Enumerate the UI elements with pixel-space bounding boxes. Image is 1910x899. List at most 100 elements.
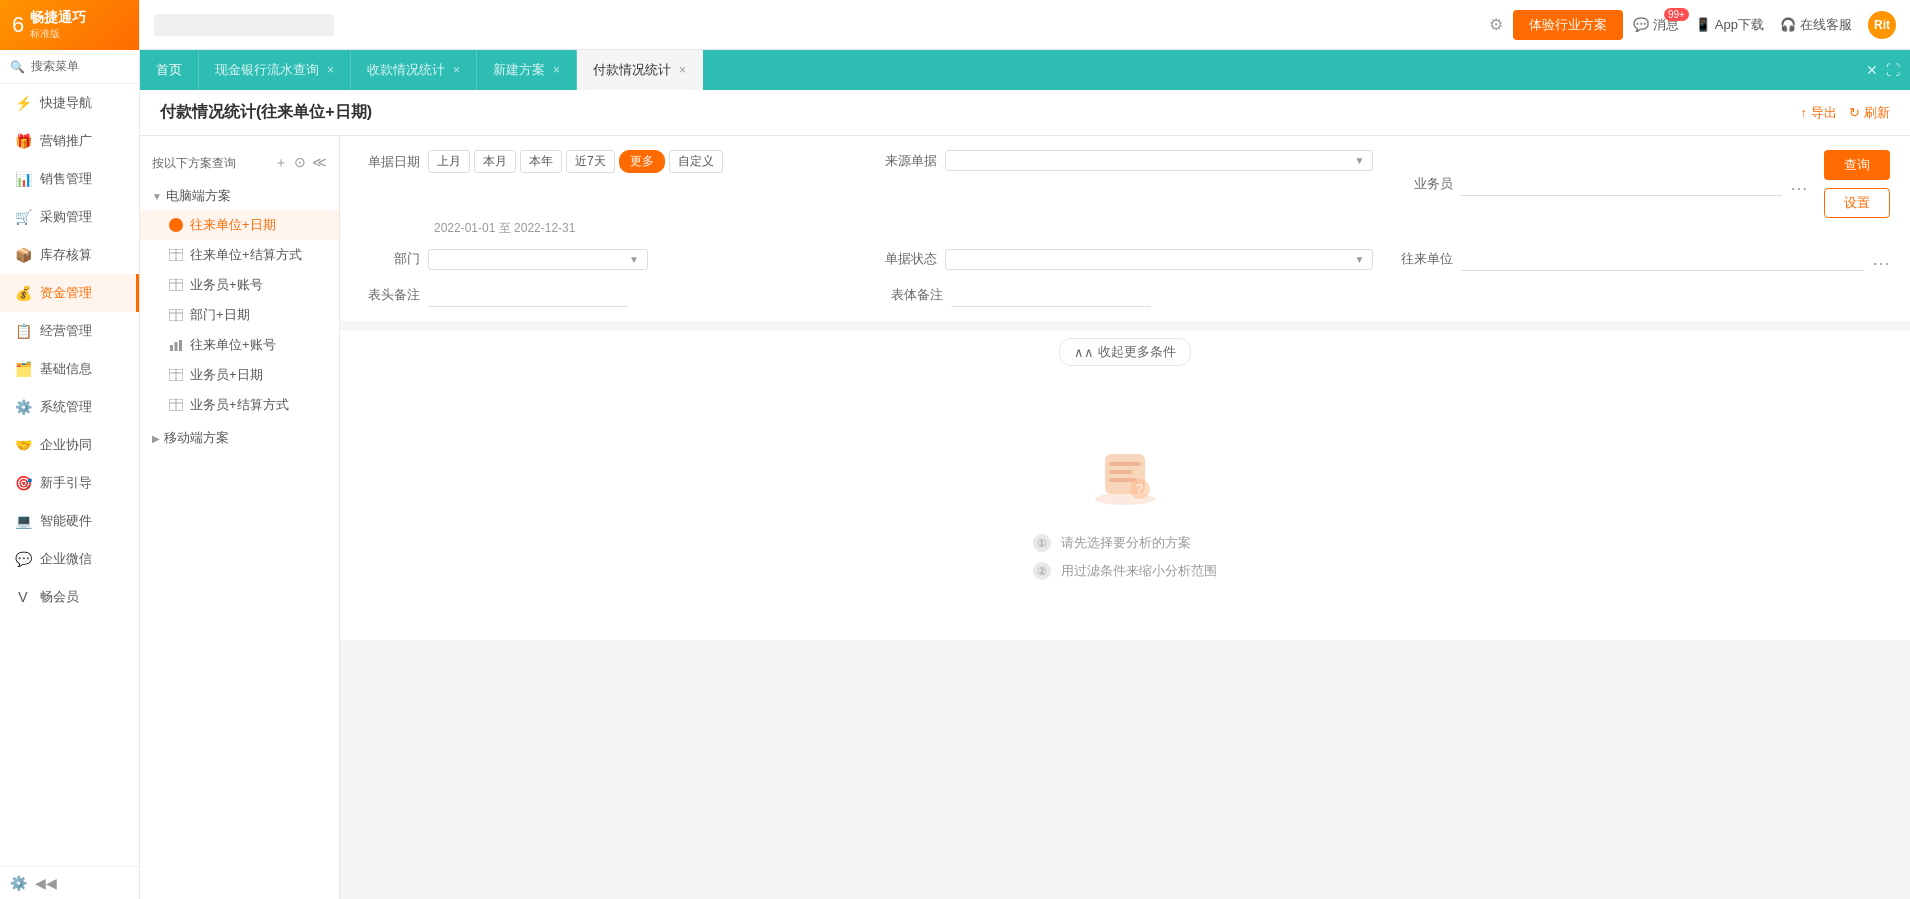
vip-icon: V	[14, 588, 32, 606]
topbar-app-btn[interactable]: 📱 App下载	[1695, 16, 1764, 34]
topbar-gear-btn[interactable]: ⚙	[1489, 15, 1503, 34]
scheme-item-staff-date[interactable]: 业务员+日期	[140, 360, 339, 390]
svg-text:?: ?	[1136, 482, 1143, 496]
table-body-note-input[interactable]	[951, 283, 1151, 307]
dept-select[interactable]: ▼	[428, 249, 648, 270]
step-num-2: ②	[1033, 562, 1051, 580]
sidebar-item-purchase[interactable]: 🛒 采购管理	[0, 198, 139, 236]
scheme-active-icon	[168, 217, 184, 233]
sidebar-item-enterprise[interactable]: 🤝 企业协同	[0, 426, 139, 464]
refresh-btn[interactable]: ↻ 刷新	[1849, 104, 1890, 122]
topbar-service-btn[interactable]: 🎧 在线客服	[1780, 16, 1852, 34]
empty-step-2: ② 用过滤条件来缩小分析范围	[1033, 562, 1217, 580]
system-icon: ⚙️	[14, 398, 32, 416]
tab-payment-stats[interactable]: 付款情况统计 ×	[577, 50, 703, 90]
sidebar-item-wechat[interactable]: 💬 企业微信	[0, 540, 139, 578]
topbar: ⚙ 体验行业方案 💬 消息 99+ 📱 App下载 🎧 在线客服 Rit	[140, 0, 1910, 50]
staff-more-btn[interactable]: …	[1790, 174, 1808, 195]
sidebar-item-system[interactable]: ⚙️ 系统管理	[0, 388, 139, 426]
trial-btn[interactable]: 体验行业方案	[1513, 10, 1623, 40]
tab-payment-stats-close[interactable]: ×	[679, 63, 686, 77]
dept-label: 部门	[360, 250, 420, 268]
date-btn-last-7-days[interactable]: 近7天	[566, 150, 615, 173]
setting-btn[interactable]: 设置	[1824, 188, 1890, 218]
scheme-group-desktop-header[interactable]: ▼ 电脑端方案	[140, 182, 339, 210]
svg-rect-20	[1109, 462, 1141, 466]
date-btn-custom[interactable]: 自定义	[669, 150, 723, 173]
sidebar-item-quick-nav[interactable]: ⚡ 快捷导航	[0, 84, 139, 122]
hardware-icon: 💻	[14, 512, 32, 530]
doc-status-select[interactable]: ▼	[945, 249, 1374, 270]
sidebar: 6 畅捷通巧 标准版 🔍 搜索菜单 ⚡ 快捷导航 🎁 营销推广 📊 销售管理 🛒…	[0, 0, 140, 899]
sales-icon: 📊	[14, 170, 32, 188]
scheme-item-staff-settlement[interactable]: 业务员+结算方式	[140, 390, 339, 420]
sidebar-item-inventory[interactable]: 📦 库存核算	[0, 236, 139, 274]
scheme-table-icon-2	[168, 277, 184, 293]
collapse-panel-btn[interactable]: ≪	[312, 154, 327, 172]
topbar-right: 💬 消息 99+ 📱 App下载 🎧 在线客服 Rit	[1633, 11, 1896, 39]
filter-bar: 单据日期 上月 本月 本年 近7天 更多 自定义 来源单据	[340, 136, 1910, 321]
staff-input[interactable]	[1461, 172, 1782, 196]
export-btn[interactable]: ↑ 导出	[1801, 104, 1838, 122]
sidebar-item-vip[interactable]: V 畅会员	[0, 578, 139, 616]
sidebar-search[interactable]: 🔍 搜索菜单	[0, 50, 139, 84]
query-btn[interactable]: 查询	[1824, 150, 1890, 180]
tab-bank-flow[interactable]: 现金银行流水查询 ×	[199, 50, 351, 90]
sidebar-item-sales[interactable]: 📊 销售管理	[0, 160, 139, 198]
add-scheme-btn[interactable]: ＋	[274, 154, 288, 172]
sidebar-item-guide[interactable]: 🎯 新手引导	[0, 464, 139, 502]
group-arrow-down: ▼	[152, 191, 162, 202]
finance-icon: 💰	[14, 284, 32, 302]
tab-new-scheme[interactable]: 新建方案 ×	[477, 50, 577, 90]
scheme-item-dept-date[interactable]: 部门+日期	[140, 300, 339, 330]
enterprise-icon: 🤝	[14, 436, 32, 454]
tab-new-scheme-close[interactable]: ×	[553, 63, 560, 77]
date-btn-this-year[interactable]: 本年	[520, 150, 562, 173]
scheme-table-icon-4	[168, 367, 184, 383]
empty-state: ? ① 请先选择要分析的方案 ② 用过滤条件来缩小分析范围	[340, 374, 1910, 640]
tab-bank-flow-close[interactable]: ×	[327, 63, 334, 77]
inventory-icon: 📦	[14, 246, 32, 264]
wechat-icon: 💬	[14, 550, 32, 568]
collapse-more-btn[interactable]: ∧∧ 收起更多条件	[1059, 338, 1191, 366]
sidebar-item-marketing[interactable]: 🎁 营销推广	[0, 122, 139, 160]
date-btn-more[interactable]: 更多	[619, 150, 665, 173]
sidebar-bottom: ⚙️ ◀◀	[0, 866, 139, 899]
operations-icon: 📋	[14, 322, 32, 340]
date-btn-last-month[interactable]: 上月	[428, 150, 470, 173]
source-select-arrow: ▼	[1354, 155, 1364, 166]
user-avatar[interactable]: Rit	[1868, 11, 1896, 39]
step-num-1: ①	[1033, 534, 1051, 552]
sidebar-item-operations[interactable]: 📋 经营管理	[0, 312, 139, 350]
export-icon: ↑	[1801, 105, 1808, 120]
partner-input[interactable]	[1461, 247, 1864, 271]
tab-collection-stats[interactable]: 收款情况统计 ×	[351, 50, 477, 90]
collapse-sidebar-btn[interactable]: ◀◀	[35, 875, 57, 891]
tab-collection-stats-close[interactable]: ×	[453, 63, 460, 77]
source-select[interactable]: ▼	[945, 150, 1374, 171]
scheme-settings-btn[interactable]: ⊙	[294, 154, 306, 172]
topbar-msg-btn[interactable]: 💬 消息 99+	[1633, 16, 1679, 34]
tab-home[interactable]: 首页	[140, 50, 199, 90]
left-panel-actions: ＋ ⊙ ≪	[274, 154, 327, 172]
scheme-bar-icon	[168, 337, 184, 353]
table-head-note-input[interactable]	[428, 283, 628, 307]
chevron-up-icon: ∧∧	[1074, 345, 1094, 360]
scheme-item-partner-date[interactable]: 往来单位+日期	[140, 210, 339, 240]
search-icon: 🔍	[10, 60, 25, 74]
tab-fullscreen-btn[interactable]: ⛶	[1886, 62, 1900, 78]
scheme-item-partner-settlement[interactable]: 往来单位+结算方式	[140, 240, 339, 270]
doc-status-select-arrow: ▼	[1354, 254, 1364, 265]
tab-close-all-btn[interactable]: ✕	[1866, 62, 1878, 78]
group-arrow-right: ▶	[152, 433, 160, 444]
settings-bottom-btn[interactable]: ⚙️	[10, 875, 27, 891]
sidebar-item-basics[interactable]: 🗂️ 基础信息	[0, 350, 139, 388]
scheme-item-partner-account[interactable]: 往来单位+账号	[140, 330, 339, 360]
partner-more-btn[interactable]: …	[1872, 249, 1890, 270]
scheme-item-staff-account[interactable]: 业务员+账号	[140, 270, 339, 300]
date-btn-this-month[interactable]: 本月	[474, 150, 516, 173]
scheme-group-mobile-header[interactable]: ▶ 移动端方案	[140, 424, 339, 452]
sidebar-item-finance[interactable]: 💰 资金管理	[0, 274, 139, 312]
sidebar-item-hardware[interactable]: 💻 智能硬件	[0, 502, 139, 540]
svg-rect-10	[175, 342, 178, 351]
